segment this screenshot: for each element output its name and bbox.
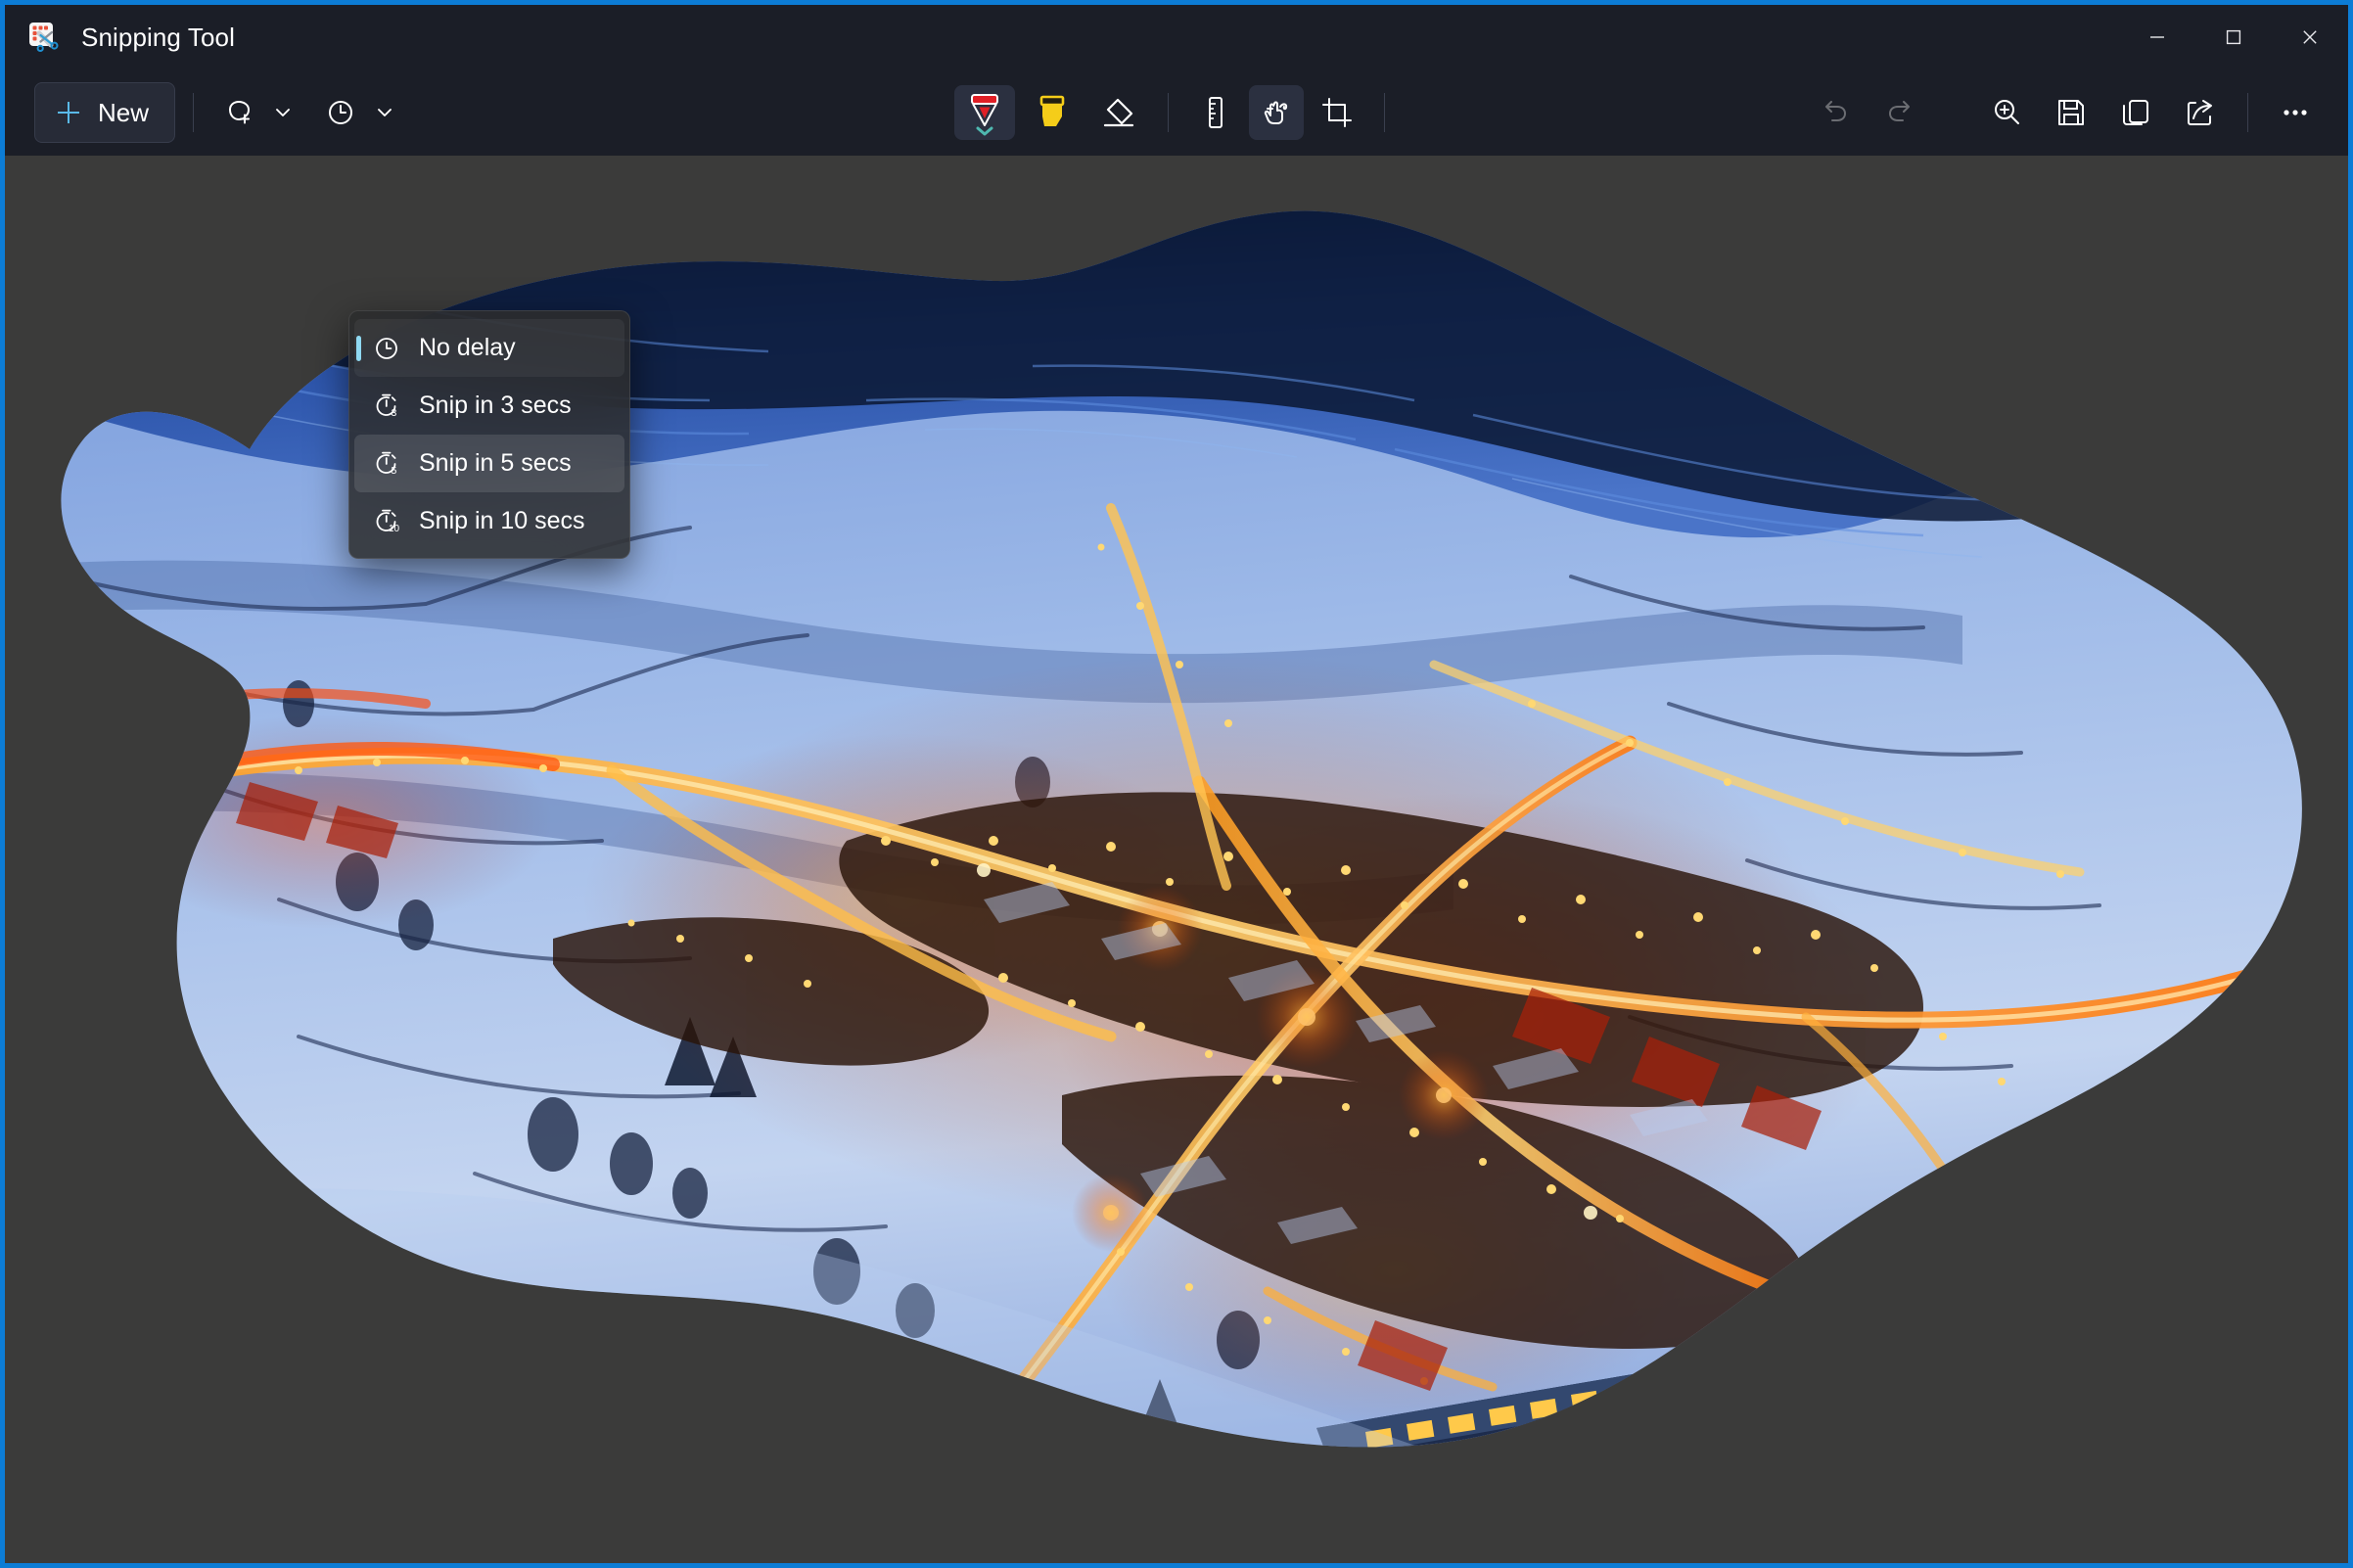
- ballpoint-pen-icon: [971, 94, 998, 136]
- ruler-button[interactable]: [1188, 85, 1243, 140]
- share-button[interactable]: [2173, 85, 2228, 140]
- save-button[interactable]: [2044, 85, 2099, 140]
- close-button[interactable]: [2272, 5, 2348, 69]
- selection-indicator: [356, 335, 361, 361]
- copy-button[interactable]: [2108, 85, 2163, 140]
- delay-button[interactable]: [313, 85, 368, 140]
- new-snip-button[interactable]: New: [34, 82, 176, 143]
- ellipsis-icon: [2284, 110, 2307, 115]
- chevron-down-icon: [276, 109, 290, 116]
- eraser-icon: [1103, 98, 1134, 127]
- crop-button[interactable]: [1310, 85, 1364, 140]
- history-tools: [1808, 85, 1927, 140]
- svg-text:3: 3: [392, 407, 397, 419]
- redo-button[interactable]: [1872, 85, 1927, 140]
- toolbar-divider: [193, 93, 195, 132]
- app-icon: [26, 21, 60, 54]
- plus-icon: [58, 102, 79, 123]
- main-toolbar: New: [5, 69, 2348, 156]
- toolbar-divider: [1384, 93, 1385, 132]
- ruler-icon: [1209, 97, 1223, 128]
- annotation-tools: [954, 85, 1399, 140]
- eraser-button[interactable]: [1087, 85, 1148, 140]
- touch-writing-button[interactable]: [1249, 85, 1304, 140]
- undo-button[interactable]: [1808, 85, 1863, 140]
- minimize-button[interactable]: [2119, 5, 2195, 69]
- chevron-down-icon: [378, 109, 392, 116]
- menu-item-label: No delay: [419, 334, 516, 361]
- clock-icon: [364, 334, 409, 363]
- menu-item-snip-10-secs[interactable]: 10 Snip in 10 secs: [354, 492, 624, 550]
- menu-item-no-delay[interactable]: No delay: [354, 319, 624, 377]
- menu-item-label: Snip in 3 secs: [419, 392, 572, 419]
- zoom-in-icon: [1995, 100, 2019, 124]
- timer-5-icon: 5: [364, 449, 409, 479]
- window-controls: [2119, 5, 2348, 69]
- snipping-tool-window: Snipping Tool New No delay 3 Snip in 3 s…: [0, 0, 2353, 1568]
- freeform-snip-icon: [229, 100, 251, 124]
- timer-10-icon: 10: [364, 507, 409, 536]
- menu-item-snip-5-secs[interactable]: 5 Snip in 5 secs: [354, 435, 624, 492]
- snip-mode-button[interactable]: [211, 85, 266, 140]
- snip-mode-chevron-button[interactable]: [266, 85, 300, 140]
- menu-item-label: Snip in 10 secs: [419, 507, 585, 534]
- delay-chevron-button[interactable]: [368, 85, 401, 140]
- new-snip-label: New: [98, 97, 150, 127]
- svg-text:5: 5: [392, 465, 397, 477]
- menu-item-snip-3-secs[interactable]: 3 Snip in 3 secs: [354, 377, 624, 435]
- highlighter-icon: [1039, 95, 1065, 126]
- delay-dropdown-menu: No delay 3 Snip in 3 secs 5 Snip in 5 se…: [348, 310, 630, 559]
- snip-canvas[interactable]: No delay 3 Snip in 3 secs 5 Snip in 5 se…: [5, 156, 2348, 1563]
- redo-icon: [1888, 101, 1910, 121]
- svg-text:10: 10: [389, 524, 400, 534]
- action-tools: [1979, 85, 2323, 140]
- timer-3-icon: 3: [364, 392, 409, 421]
- toolbar-divider: [1168, 93, 1169, 132]
- undo-icon: [1825, 101, 1847, 121]
- highlighter-button[interactable]: [1021, 85, 1082, 140]
- toolbar-divider: [2247, 93, 2248, 132]
- app-title: Snipping Tool: [81, 22, 235, 52]
- copy-icon: [2123, 100, 2148, 125]
- ballpoint-pen-button[interactable]: [954, 85, 1015, 140]
- crop-icon: [1322, 98, 1352, 127]
- maximize-button[interactable]: [2195, 5, 2272, 69]
- title-bar: Snipping Tool: [5, 5, 2348, 69]
- share-icon: [2188, 100, 2212, 125]
- zoom-button[interactable]: [1979, 85, 2034, 140]
- save-icon: [2058, 100, 2084, 125]
- menu-item-label: Snip in 5 secs: [419, 449, 572, 477]
- clock-icon: [329, 101, 353, 124]
- see-more-button[interactable]: [2268, 85, 2323, 140]
- touch-writing-icon: [1264, 101, 1288, 124]
